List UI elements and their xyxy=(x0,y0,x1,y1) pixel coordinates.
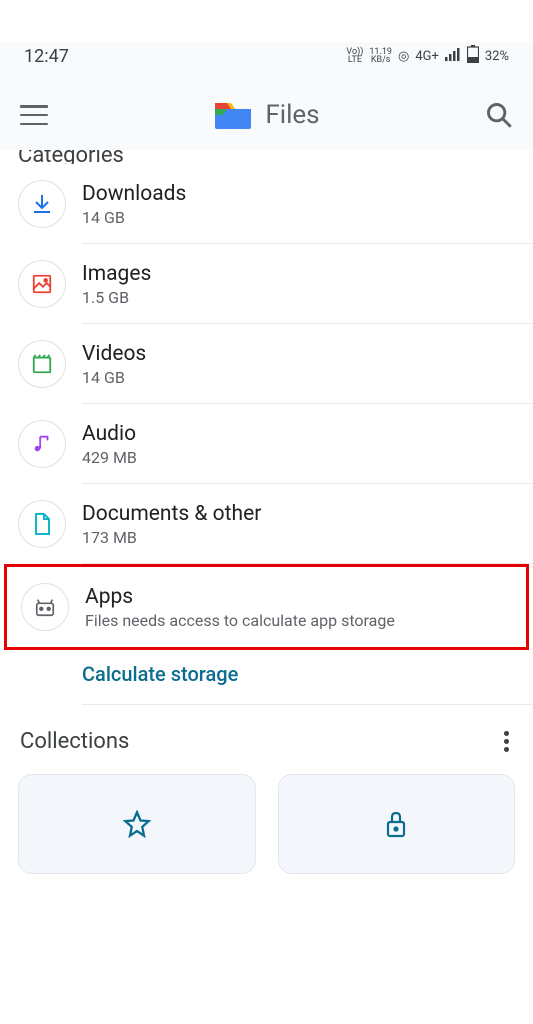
category-list: Downloads 14 GB Images 1.5 GB Videos 14 … xyxy=(0,164,533,705)
category-title: Downloads xyxy=(82,182,515,206)
download-icon xyxy=(18,180,66,228)
files-logo-icon xyxy=(213,99,253,131)
collections-header: Collections xyxy=(20,729,129,754)
collections-more-button[interactable] xyxy=(500,727,513,756)
categories-header: Categories xyxy=(0,150,533,164)
apps-icon xyxy=(21,583,69,631)
category-size: 173 MB xyxy=(82,528,515,547)
category-title: Images xyxy=(82,262,515,286)
category-title: Videos xyxy=(82,342,515,366)
menu-button[interactable] xyxy=(20,105,48,125)
collections-grid xyxy=(0,774,533,874)
category-title: Documents & other xyxy=(82,502,515,526)
apps-highlight: Apps Files needs access to calculate app… xyxy=(4,564,529,650)
category-images[interactable]: Images 1.5 GB xyxy=(0,244,533,324)
collection-safe[interactable] xyxy=(278,774,516,874)
signal-icon xyxy=(445,47,461,65)
category-downloads[interactable]: Downloads 14 GB xyxy=(0,164,533,244)
category-audio[interactable]: Audio 429 MB xyxy=(0,404,533,484)
collection-favorites[interactable] xyxy=(18,774,256,874)
category-documents[interactable]: Documents & other 173 MB xyxy=(0,484,533,564)
category-title: Audio xyxy=(82,422,515,446)
audio-icon xyxy=(18,420,66,468)
video-icon xyxy=(18,340,66,388)
category-size: 14 GB xyxy=(82,208,515,227)
image-icon xyxy=(18,260,66,308)
category-size: 429 MB xyxy=(82,448,515,467)
status-time: 12:47 xyxy=(24,46,69,67)
category-sub: Files needs access to calculate app stor… xyxy=(85,611,508,630)
category-size: 1.5 GB xyxy=(82,288,515,307)
category-videos[interactable]: Videos 14 GB xyxy=(0,324,533,404)
status-indicators: Vo)) LTE 11.19 KB/s ◎ 4G+ 32% xyxy=(346,45,509,67)
calculate-storage-link[interactable]: Calculate storage xyxy=(82,662,238,686)
document-icon xyxy=(18,500,66,548)
category-apps[interactable]: Apps Files needs access to calculate app… xyxy=(7,567,526,647)
hotspot-icon: ◎ xyxy=(398,49,409,64)
lock-icon xyxy=(384,810,408,838)
star-icon xyxy=(123,810,151,838)
battery-icon xyxy=(467,45,479,67)
category-size: 14 GB xyxy=(82,368,515,387)
app-bar: Files xyxy=(0,70,533,160)
search-button[interactable] xyxy=(485,101,513,129)
status-bar: 12:47 Vo)) LTE 11.19 KB/s ◎ 4G+ 32% xyxy=(0,42,533,70)
category-title: Apps xyxy=(85,585,508,609)
calculate-storage-row: Calculate storage xyxy=(0,650,533,704)
app-title: Files xyxy=(265,100,319,130)
